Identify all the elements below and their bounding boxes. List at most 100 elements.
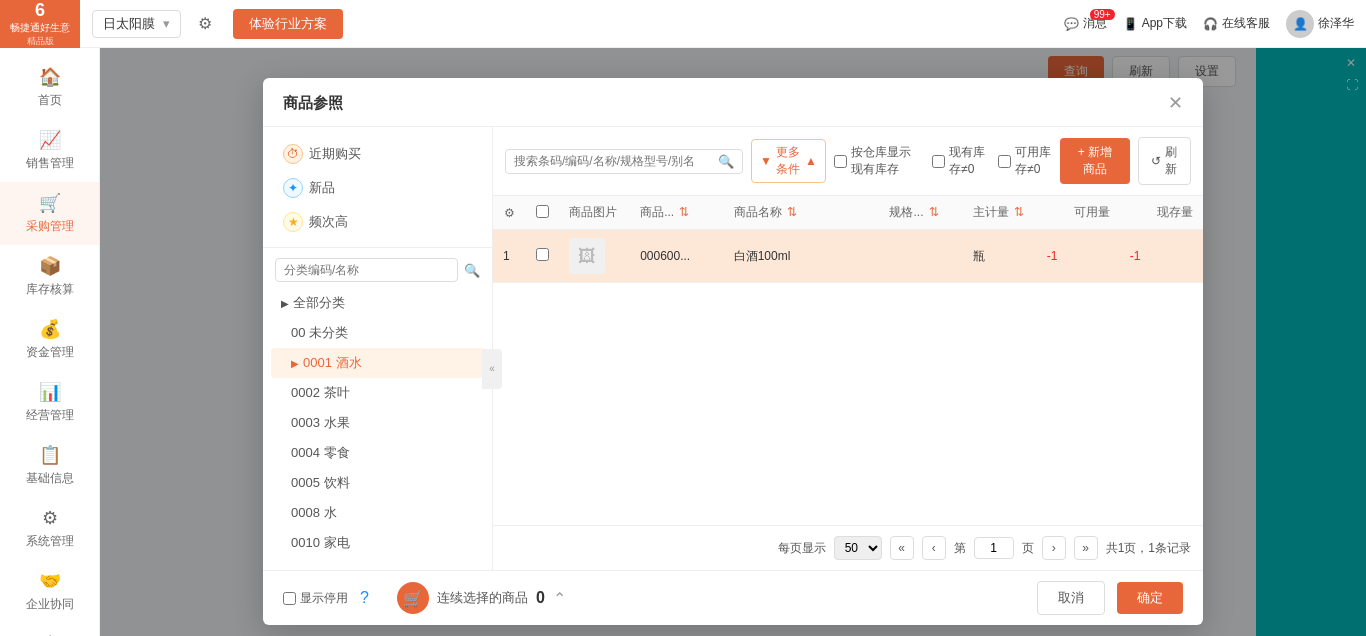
th-name[interactable]: 商品名称 ⇅ <box>724 196 880 230</box>
last-page-button[interactable]: » <box>1074 536 1098 560</box>
checkbox-by-warehouse-input[interactable] <box>834 155 847 168</box>
th-gear[interactable]: ⚙ <box>493 196 525 230</box>
sidebar-item-home[interactable]: 🏠 首页 <box>0 56 99 119</box>
app-label: App下载 <box>1142 15 1187 32</box>
th-spec[interactable]: 规格... ⇅ <box>879 196 962 230</box>
messages-badge: 99+ <box>1090 9 1115 20</box>
page-number-input[interactable] <box>974 537 1014 559</box>
th-code[interactable]: 商品... ⇅ <box>630 196 724 230</box>
checkbox-by-warehouse[interactable]: 按仓库显示现有库存 <box>834 144 920 178</box>
quick-recent[interactable]: ⏱ 近期购买 <box>275 139 480 169</box>
th-checkbox <box>525 196 559 230</box>
avatar-icon: 👤 <box>1293 17 1308 31</box>
sidebar-item-guide[interactable]: 🎓 新手引导 <box>0 623 99 636</box>
sidebar-item-collab[interactable]: 🤝 企业协同 <box>0 560 99 623</box>
sidebar-label-basicinfo: 基础信息 <box>26 470 74 487</box>
checkbox-stock-nonzero[interactable]: 现有库存≠0 <box>932 144 986 178</box>
quick-access-section: ⏱ 近期购买 ✦ 新品 ★ 频次高 <box>263 139 492 248</box>
help-icon[interactable]: ? <box>360 589 369 607</box>
next-page-button[interactable]: › <box>1042 536 1066 560</box>
th-img-label: 商品图片 <box>569 205 617 219</box>
per-page-select[interactable]: 50 <box>834 536 882 560</box>
td-unit: 瓶 <box>963 230 1037 283</box>
settings-icon[interactable]: ⚙ <box>189 8 221 40</box>
table-row[interactable]: 1 🖼 <box>493 230 1203 283</box>
per-page-label: 每页显示 <box>778 540 826 557</box>
sidebar-label-system: 系统管理 <box>26 533 74 550</box>
show-disabled-label: 显示停用 <box>300 590 348 607</box>
category-beverage[interactable]: 0005 饮料 <box>271 468 484 498</box>
cat-label-beverage: 0005 饮料 <box>291 474 350 492</box>
cat-label-uncategorized: 00 未分类 <box>291 324 348 342</box>
cat-label-all: 全部分类 <box>293 294 345 312</box>
workspace-name: 日太阳膜 <box>103 15 155 33</box>
sidebar-item-operations[interactable]: 📊 经营管理 <box>0 371 99 434</box>
logo: 6 畅捷通好生意 精品版 <box>0 0 80 48</box>
category-liquor[interactable]: ▶ 0001 酒水 <box>271 348 484 378</box>
logo-icon: 6 <box>35 0 45 21</box>
category-uncategorized[interactable]: 00 未分类 <box>271 318 484 348</box>
checkbox-stock-nonzero-input[interactable] <box>932 155 945 168</box>
service-item[interactable]: 🎧 在线客服 <box>1203 15 1270 32</box>
show-disabled-checkbox[interactable]: 显示停用 <box>283 590 348 607</box>
quick-freq[interactable]: ★ 频次高 <box>275 207 480 237</box>
th-spec-label: 规格... <box>889 205 923 219</box>
add-product-button[interactable]: + 新增商品 <box>1060 138 1130 184</box>
modal-close-button[interactable]: ✕ <box>1168 92 1183 114</box>
quick-freq-label: 频次高 <box>309 213 348 231</box>
product-reference-modal: 商品参照 ✕ ⏱ 近期购买 ✦ 新品 <box>263 78 1203 625</box>
product-search-box: 🔍 <box>505 149 743 174</box>
classify-search-input[interactable] <box>275 258 458 282</box>
filter-button[interactable]: ▼ 更多条件 ▲ <box>751 139 826 183</box>
collapse-cart-icon[interactable]: ⌃ <box>553 589 566 608</box>
th-code-label: 商品... <box>640 205 674 219</box>
username: 徐泽华 <box>1318 15 1354 32</box>
checkbox-stock-nonzero-label: 现有库存≠0 <box>949 144 986 178</box>
collapse-panel-button[interactable]: « <box>482 349 502 389</box>
workspace-dropdown[interactable]: 日太阳膜 ▾ <box>92 10 181 38</box>
category-tea[interactable]: 0002 茶叶 <box>271 378 484 408</box>
category-appliance[interactable]: 0010 家电 <box>271 528 484 558</box>
refresh-button[interactable]: ↺ 刷新 <box>1138 137 1191 185</box>
sidebar-item-inventory[interactable]: 📦 库存核算 <box>0 245 99 308</box>
modal-toolbar: 🔍 ▼ 更多条件 ▲ 按仓库显示现有库存 <box>493 127 1203 196</box>
cancel-button[interactable]: 取消 <box>1037 581 1105 615</box>
category-water[interactable]: 0008 水 <box>271 498 484 528</box>
product-search-input[interactable] <box>514 154 714 168</box>
td-avail: -1 <box>1037 230 1120 283</box>
row-checkbox[interactable] <box>536 248 549 261</box>
confirm-button[interactable]: 确定 <box>1117 582 1183 614</box>
product-image: 🖼 <box>569 238 605 274</box>
category-all[interactable]: ▶ 全部分类 <box>271 288 484 318</box>
checkbox-avail-nonzero-input[interactable] <box>998 155 1011 168</box>
checkbox-avail-nonzero[interactable]: 可用库存≠0 <box>998 144 1052 178</box>
sidebar-item-basicinfo[interactable]: 📋 基础信息 <box>0 434 99 497</box>
user-avatar-item[interactable]: 👤 徐泽华 <box>1286 10 1354 38</box>
select-all-checkbox[interactable] <box>536 205 549 218</box>
messages-nav-item[interactable]: 💬 消息 99+ <box>1064 15 1107 32</box>
td-checkbox[interactable] <box>525 230 559 283</box>
recent-icon: ⏱ <box>283 144 303 164</box>
sidebar-item-sales[interactable]: 📈 销售管理 <box>0 119 99 182</box>
sidebar: 🏠 首页 📈 销售管理 🛒 采购管理 📦 库存核算 💰 资金管理 📊 经营管理 … <box>0 48 100 636</box>
first-page-button[interactable]: « <box>890 536 914 560</box>
cat-label-tea: 0002 茶叶 <box>291 384 350 402</box>
td-img: 🖼 <box>559 230 630 283</box>
sidebar-label-home: 首页 <box>38 92 62 109</box>
main-area: 查询 刷新 设置 ✕ ⛶ 商品参照 ✕ <box>100 48 1366 636</box>
sidebar-item-purchase[interactable]: 🛒 采购管理 <box>0 182 99 245</box>
cart-icon[interactable]: 🛒 <box>397 582 429 614</box>
prev-page-button[interactable]: ‹ <box>922 536 946 560</box>
cta-button[interactable]: 体验行业方案 <box>233 9 343 39</box>
quick-new[interactable]: ✦ 新品 <box>275 173 480 203</box>
classify-search-icon[interactable]: 🔍 <box>464 263 480 278</box>
category-fruit[interactable]: 0003 水果 <box>271 408 484 438</box>
sidebar-item-system[interactable]: ⚙ 系统管理 <box>0 497 99 560</box>
filter-collapse-icon: ▲ <box>805 154 817 168</box>
category-snack[interactable]: 0004 零食 <box>271 438 484 468</box>
sidebar-item-finance[interactable]: 💰 资金管理 <box>0 308 99 371</box>
show-disabled-input[interactable] <box>283 592 296 605</box>
freq-icon: ★ <box>283 212 303 232</box>
app-download-item[interactable]: 📱 App下载 <box>1123 15 1187 32</box>
th-unit[interactable]: 主计量 ⇅ <box>963 196 1037 230</box>
